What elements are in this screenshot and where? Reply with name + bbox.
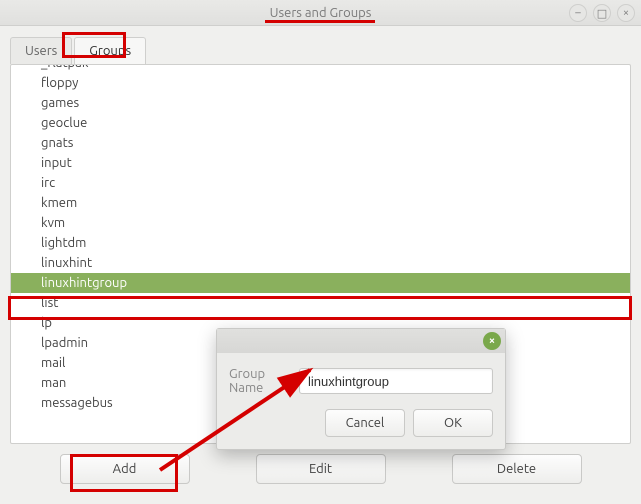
list-item[interactable]: irc (11, 173, 630, 193)
list-item[interactable]: kvm (11, 213, 630, 233)
minimize-button[interactable]: – (569, 4, 587, 22)
window-title: Users and Groups (270, 6, 372, 20)
tab-groups[interactable]: Groups (74, 37, 146, 64)
delete-button[interactable]: Delete (452, 454, 582, 484)
maximize-button[interactable]: □ (593, 4, 611, 22)
list-item[interactable]: list (11, 293, 630, 313)
dialog-close-button[interactable]: × (483, 332, 501, 350)
list-item[interactable]: gnats (11, 133, 630, 153)
edit-button[interactable]: Edit (256, 454, 386, 484)
list-item[interactable]: games (11, 93, 630, 113)
cancel-button[interactable]: Cancel (325, 409, 405, 437)
list-item[interactable]: linuxhintgroup (11, 273, 630, 293)
list-item[interactable]: linuxhint (11, 253, 630, 273)
ok-button[interactable]: OK (413, 409, 493, 437)
add-button[interactable]: Add (60, 454, 190, 484)
dialog-titlebar: × (217, 329, 505, 353)
group-name-input[interactable] (299, 368, 493, 394)
window-close-button[interactable]: × (617, 4, 635, 22)
action-button-row: Add Edit Delete (0, 444, 641, 496)
list-item[interactable]: _flatpak (11, 64, 630, 73)
list-item[interactable]: floppy (11, 73, 630, 93)
group-name-label: Group Name (229, 367, 289, 395)
annotation-underline (265, 20, 375, 23)
tab-bar: Users Groups (10, 34, 631, 64)
group-name-dialog: × Group Name Cancel OK (216, 328, 506, 450)
list-item[interactable]: lightdm (11, 233, 630, 253)
list-item[interactable]: geoclue (11, 113, 630, 133)
tab-users[interactable]: Users (10, 37, 72, 64)
list-item[interactable]: kmem (11, 193, 630, 213)
list-item[interactable]: input (11, 153, 630, 173)
